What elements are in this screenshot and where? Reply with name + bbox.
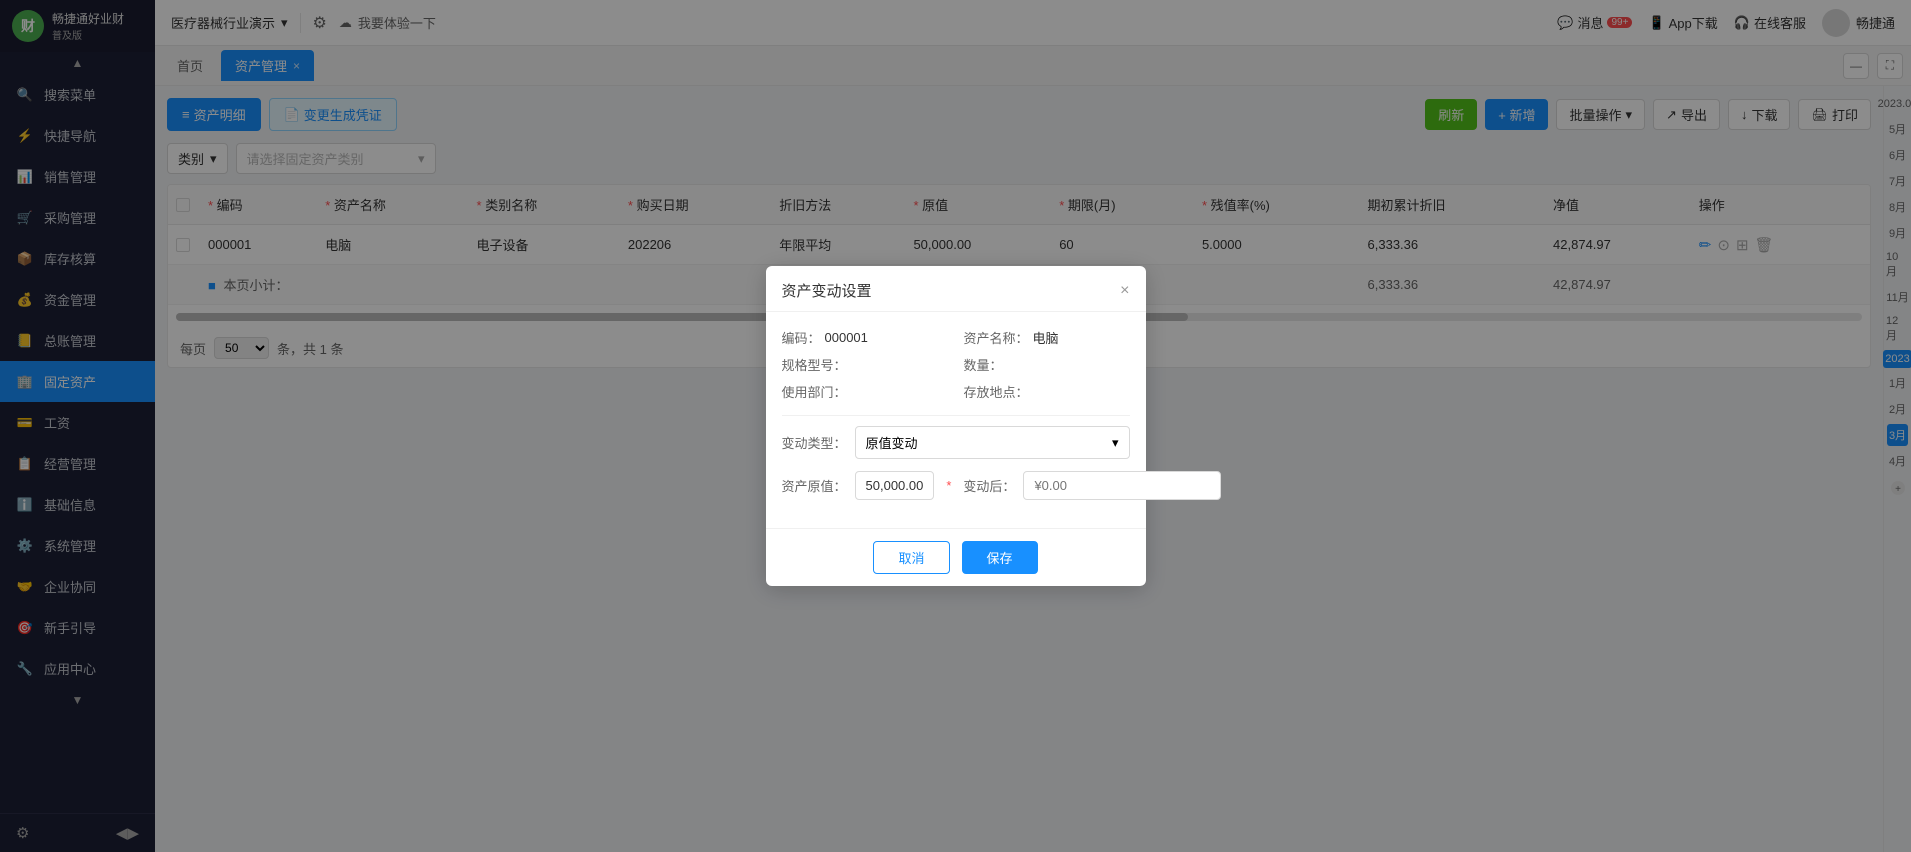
- modal-divider: [782, 415, 1130, 416]
- modal-location-field: 存放地点：: [964, 382, 1130, 401]
- modal-asset-name-field: 资产名称： 电脑: [964, 328, 1130, 347]
- modal-header: 资产变动设置 ×: [766, 266, 1146, 312]
- original-value-display: 50,000.00: [855, 471, 935, 500]
- modal-department-field: 使用部门：: [782, 382, 948, 401]
- cancel-button[interactable]: 取消: [873, 541, 949, 574]
- change-type-dropdown-icon: ▾: [1112, 435, 1119, 451]
- modal-footer: 取消 保存: [766, 528, 1146, 586]
- modal-title: 资产变动设置: [782, 280, 872, 301]
- required-mark: *: [946, 478, 951, 493]
- modal-original-value-field: 资产原值： 50,000.00 * 变动后：: [782, 471, 1130, 500]
- modal-code-value: 000001: [825, 330, 868, 345]
- modal-info-grid: 编码： 000001 资产名称： 电脑 规格型号： 数量： 使用部门：: [782, 328, 1130, 401]
- modal-asset-name-value: 电脑: [1033, 328, 1059, 347]
- modal-spec-field: 规格型号：: [782, 355, 948, 374]
- modal-change-type-field: 变动类型： 原值变动 ▾: [782, 426, 1130, 459]
- modal-code-field: 编码： 000001: [782, 328, 948, 347]
- modal-overlay[interactable]: 资产变动设置 × 编码： 000001 资产名称： 电脑 规格型号： 数量：: [0, 0, 1911, 852]
- change-type-select[interactable]: 原值变动 ▾: [855, 426, 1130, 459]
- after-change-input[interactable]: [1023, 471, 1221, 500]
- modal-quantity-field: 数量：: [964, 355, 1130, 374]
- modal-close-button[interactable]: ×: [1120, 282, 1129, 300]
- asset-change-modal: 资产变动设置 × 编码： 000001 资产名称： 电脑 规格型号： 数量：: [766, 266, 1146, 586]
- modal-body: 编码： 000001 资产名称： 电脑 规格型号： 数量： 使用部门：: [766, 312, 1146, 528]
- save-button[interactable]: 保存: [962, 541, 1038, 574]
